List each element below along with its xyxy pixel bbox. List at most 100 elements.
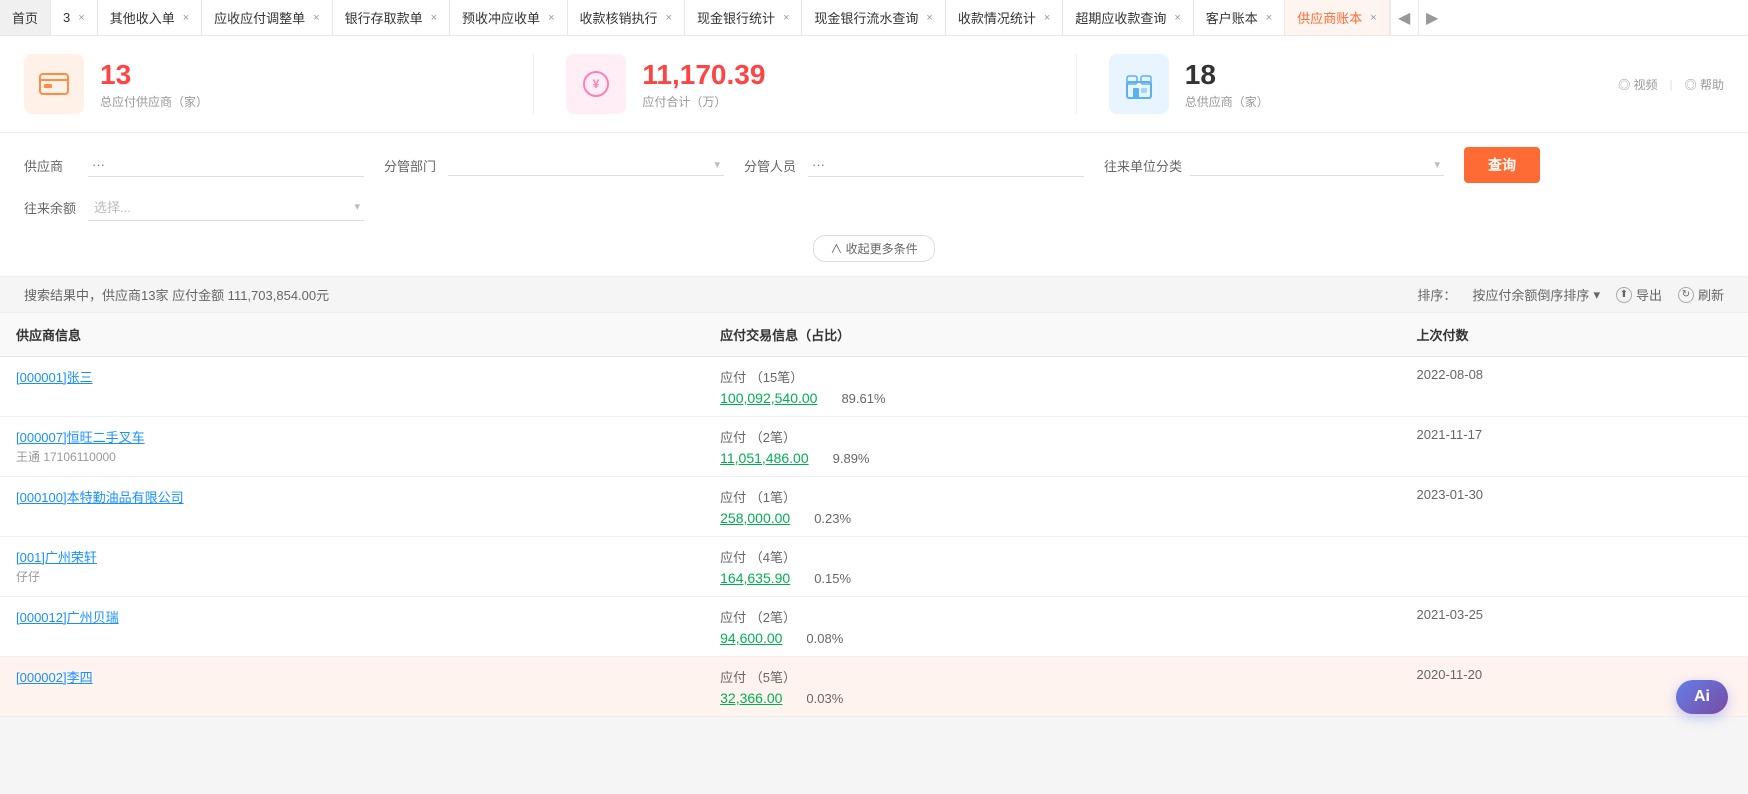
refresh-button[interactable]: ↻ 刷新 <box>1678 285 1724 304</box>
close-icon-other-income[interactable]: × <box>183 12 189 24</box>
nav-item-overdue[interactable]: 超期应收款查询 × <box>1063 0 1193 35</box>
tx-row: 164,635.90 0.15% <box>720 570 1384 586</box>
nav-next-arrow[interactable]: ▶ <box>1418 0 1446 35</box>
nav-item-3[interactable]: 3 × <box>51 0 98 35</box>
close-icon-adjustment[interactable]: × <box>313 12 319 24</box>
supplier-filter-label: 供应商 <box>24 156 80 175</box>
nav-label-bank-deposit: 银行存取款单 <box>345 8 423 27</box>
tx-count: 应付 （5笔） <box>720 667 1384 686</box>
table-body: [000001]张三 应付 （15笔） 100,092,540.00 89.61… <box>0 357 1748 717</box>
tx-row: 11,051,486.00 9.89% <box>720 450 1384 466</box>
help-link[interactable]: ◎ 帮助 <box>1685 76 1724 93</box>
ai-button-label: Ai <box>1694 688 1710 706</box>
supplier-link[interactable]: [000100]本特勤油品有限公司 <box>16 490 184 505</box>
nav-label-cash-flow: 现金银行流水查询 <box>814 8 918 27</box>
nav-prev-arrow[interactable]: ◀ <box>1390 0 1418 35</box>
close-icon-cash-bank-stat[interactable]: × <box>783 12 789 24</box>
last-payment-cell: 2021-03-25 <box>1401 597 1748 657</box>
tx-info-cell: 应付 （4笔） 164,635.90 0.15% <box>704 537 1400 597</box>
results-bar: 搜索结果中，供应商13家 应付金额 111,703,854.00元 排序： 按应… <box>0 277 1748 313</box>
supplier-info-cell: [000100]本特勤油品有限公司 <box>0 477 704 537</box>
close-icon-collection[interactable]: × <box>666 12 672 24</box>
summary-value-3: 18 <box>1185 58 1269 92</box>
supplier-table-container: 供应商信息 应付交易信息（占比） 上次付数 [000001]张三 应付 （15笔… <box>0 313 1748 717</box>
summary-label-2: 应付合计（万） <box>642 93 765 110</box>
nav-item-collection[interactable]: 收款核销执行 × <box>568 0 685 35</box>
last-payment-cell: 2023-01-30 <box>1401 477 1748 537</box>
export-icon: ⬆ <box>1616 287 1632 303</box>
top-navigation: 首页 3 × 其他收入单 × 应收应付调整单 × 银行存取款单 × 预收冲应收单… <box>0 0 1748 36</box>
supplier-payable-icon <box>24 54 84 114</box>
supplier-input[interactable] <box>88 153 364 177</box>
unit-category-select[interactable]: ▾ <box>1190 154 1444 176</box>
tx-amount-link[interactable]: 100,092,540.00 <box>720 390 817 406</box>
supplier-info-cell: [000001]张三 <box>0 357 704 417</box>
sort-label: 排序： <box>1417 285 1456 304</box>
close-icon-receipt-stat[interactable]: × <box>1044 12 1050 24</box>
tx-info-cell: 应付 （2笔） 11,051,486.00 9.89% <box>704 417 1400 477</box>
supplier-link[interactable]: [000001]张三 <box>16 370 93 385</box>
close-icon-3[interactable]: × <box>78 12 84 24</box>
nav-item-receipt-stat[interactable]: 收款情况统计 × <box>946 0 1063 35</box>
last-payment-date: 2021-03-25 <box>1417 607 1484 622</box>
balance-select[interactable]: 选择... ▾ <box>88 193 364 221</box>
supplier-link[interactable]: [000012]广州贝瑞 <box>16 610 119 625</box>
nav-item-cash-bank-stat[interactable]: 现金银行统计 × <box>685 0 802 35</box>
tx-count: 应付 （4笔） <box>720 547 1384 566</box>
nav-label-receipt-stat: 收款情况统计 <box>958 8 1036 27</box>
tx-count: 应付 （2笔） <box>720 607 1384 626</box>
help-links: ◎ 视频 | ◎ 帮助 <box>1618 76 1724 93</box>
export-button[interactable]: ⬆ 导出 <box>1616 285 1662 304</box>
supplier-link[interactable]: [000007]恒旺二手叉车 <box>16 430 145 445</box>
nav-item-customer-ledger[interactable]: 客户账本 × <box>1194 0 1285 35</box>
tx-amount-link[interactable]: 94,600.00 <box>720 630 782 646</box>
tx-amount-link[interactable]: 11,051,486.00 <box>720 450 809 466</box>
ai-button[interactable]: Ai <box>1676 680 1728 714</box>
summary-card-total-payable: ¥ 11,170.39 应付合计（万） <box>566 54 1076 114</box>
summary-info-3: 18 总供应商（家） <box>1185 58 1269 111</box>
supplier-link[interactable]: [001]广州荣轩 <box>16 550 97 565</box>
last-payment-cell: 2022-08-08 <box>1401 357 1748 417</box>
sort-select[interactable]: 按应付余额倒序排序 ▾ <box>1472 285 1600 304</box>
nav-item-supplier-ledger[interactable]: 供应商账本 × <box>1285 0 1389 35</box>
close-icon-customer-ledger[interactable]: × <box>1266 12 1272 24</box>
balance-filter-label: 往来余额 <box>24 198 80 217</box>
last-payment-date: 2021-11-17 <box>1417 427 1483 442</box>
close-icon-cash-flow[interactable]: × <box>926 12 932 24</box>
sort-select-value: 按应付余额倒序排序 <box>1472 285 1589 304</box>
close-icon-overdue[interactable]: × <box>1174 12 1180 24</box>
dept-select[interactable]: ▾ <box>448 154 724 176</box>
nav-item-other-income[interactable]: 其他收入单 × <box>98 0 202 35</box>
summary-label-1: 总应付供应商（家） <box>100 93 208 110</box>
nav-item-cash-flow[interactable]: 现金银行流水查询 × <box>802 0 945 35</box>
close-icon-supplier-ledger[interactable]: × <box>1370 12 1376 24</box>
nav-label-supplier-ledger: 供应商账本 <box>1297 8 1362 27</box>
tx-count: 应付 （2笔） <box>720 427 1384 446</box>
supplier-link[interactable]: [000002]李四 <box>16 670 93 685</box>
tx-info-cell: 应付 （15笔） 100,092,540.00 89.61% <box>704 357 1400 417</box>
tx-amount-link[interactable]: 258,000.00 <box>720 510 790 526</box>
nav-item-home[interactable]: 首页 <box>0 0 51 35</box>
close-icon-prepay[interactable]: × <box>548 12 554 24</box>
tx-amount-link[interactable]: 32,366.00 <box>720 690 782 706</box>
filter-row-1: 供应商 分管部门 ▾ 分管人员 往来单位分类 ▾ 查询 <box>24 147 1724 183</box>
tx-count: 应付 （15笔） <box>720 367 1384 386</box>
supplier-info-cell: [000012]广州贝瑞 <box>0 597 704 657</box>
results-actions: 排序： 按应付余额倒序排序 ▾ ⬆ 导出 ↻ 刷新 <box>1417 285 1724 304</box>
supplier-table: 供应商信息 应付交易信息（占比） 上次付数 [000001]张三 应付 （15笔… <box>0 313 1748 717</box>
nav-item-bank-deposit[interactable]: 银行存取款单 × <box>333 0 450 35</box>
nav-item-adjustment[interactable]: 应收应付调整单 × <box>202 0 332 35</box>
video-link[interactable]: ◎ 视频 <box>1618 76 1657 93</box>
th-supplier-info: 供应商信息 <box>0 313 704 357</box>
person-input[interactable] <box>808 153 1084 177</box>
tx-amount-link[interactable]: 164,635.90 <box>720 570 790 586</box>
th-last-payment: 上次付数 <box>1401 313 1748 357</box>
tx-percent: 0.15% <box>814 571 851 586</box>
filter-item-unit-category: 往来单位分类 ▾ <box>1104 154 1444 176</box>
collapse-button[interactable]: ∧ 收起更多条件 <box>813 235 934 262</box>
unit-category-filter-label: 往来单位分类 <box>1104 156 1182 175</box>
query-button[interactable]: 查询 <box>1464 147 1540 183</box>
nav-item-prepay[interactable]: 预收冲应收单 × <box>450 0 567 35</box>
close-icon-bank-deposit[interactable]: × <box>431 12 437 24</box>
table-row: [000001]张三 应付 （15笔） 100,092,540.00 89.61… <box>0 357 1748 417</box>
